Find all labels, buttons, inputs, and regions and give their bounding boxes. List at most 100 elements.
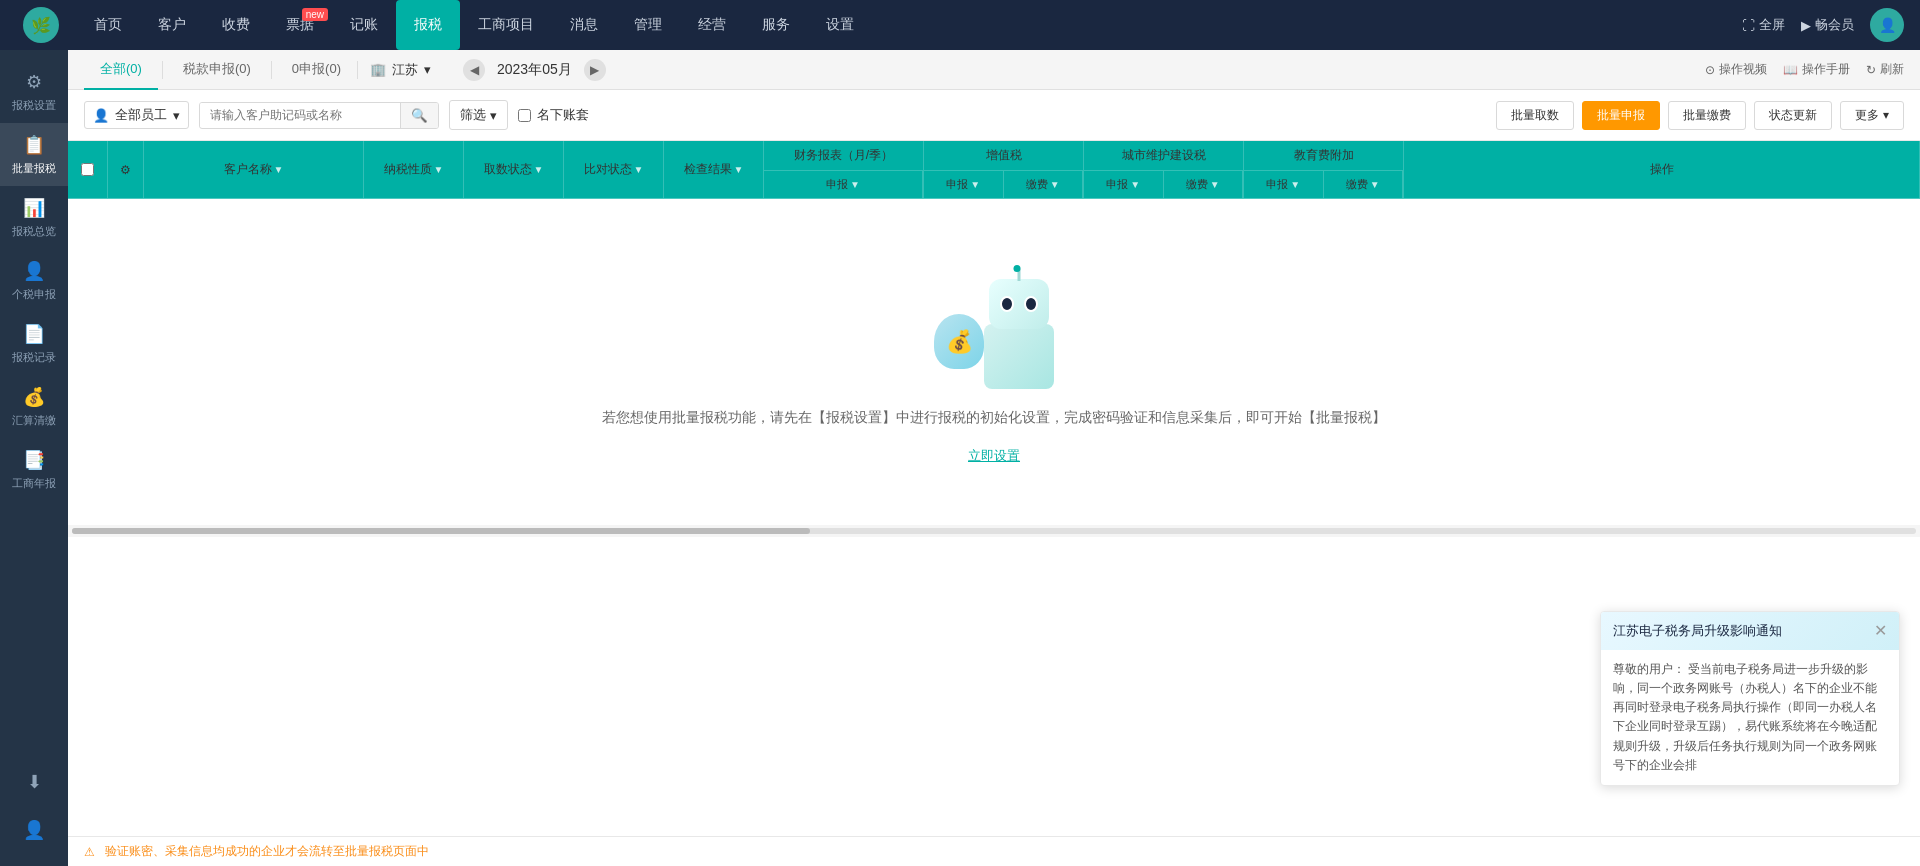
empty-state-text: 若您想使用批量报税功能，请先在【报税设置】中进行报税的初始化设置，完成密码验证和… <box>602 409 1386 427</box>
sidebar-item-tax-summary[interactable]: 📊 报税总览 <box>0 186 68 249</box>
nav-right: ⛶ 全屏 ▶ 畅会员 👤 <box>1742 8 1904 42</box>
employee-selector[interactable]: 👤 全部员工 ▾ <box>84 101 189 129</box>
nav-business[interactable]: 工商项目 <box>460 0 552 50</box>
th-compare-status: 比对状态 ▼ <box>564 141 664 198</box>
nav-service[interactable]: 服务 <box>744 0 808 50</box>
tab-zero-declaration[interactable]: 0申报(0) <box>276 50 357 90</box>
settings-icon[interactable]: ⚙ <box>120 163 131 177</box>
manual-link[interactable]: 📖 操作手册 <box>1783 61 1850 78</box>
sidebar-item-batch-tax[interactable]: 📋 批量报税 <box>0 123 68 186</box>
th-checkbox <box>68 141 108 198</box>
toolbar-right: 批量取数 批量申报 批量缴费 状态更新 更多 ▾ <box>1496 101 1904 130</box>
th-vat: 增值税 申报 ▼ 缴费 ▼ <box>924 141 1084 198</box>
nav-settings[interactable]: 设置 <box>808 0 872 50</box>
th-edu-payment: 缴费 ▼ <box>1324 171 1404 198</box>
name-checkbox[interactable] <box>518 109 531 122</box>
empty-state: 💰 若 <box>68 199 1920 525</box>
tab-tax-declaration[interactable]: 税款申报(0) <box>167 50 267 90</box>
tab-divider-2 <box>271 61 272 79</box>
sidebar-user-button[interactable]: 👤 <box>14 810 54 850</box>
tax-filter-icon[interactable]: ▼ <box>434 164 444 175</box>
top-navigation: 🌿 首页 客户 收费 票据 new 记账 报税 工商项目 消息 管理 经营 服务… <box>0 0 1920 50</box>
user-avatar[interactable]: 👤 <box>1870 8 1904 42</box>
warning-icon: ⚠ <box>84 845 95 859</box>
fetch-filter-icon[interactable]: ▼ <box>534 164 544 175</box>
next-month-button[interactable]: ▶ <box>584 59 606 81</box>
notification-body: 尊敬的用户： 受当前电子税务局进一步升级的影响，同一个政务网账号（办税人）名下的… <box>1601 650 1899 785</box>
th-financial-declaration: 申报 ▼ <box>764 171 923 198</box>
tax-settings-icon: ⚙ <box>22 70 46 94</box>
batch-tax-icon: 📋 <box>22 133 46 157</box>
compare-filter-icon[interactable]: ▼ <box>634 164 644 175</box>
tabs-bar: 全部(0) 税款申报(0) 0申报(0) 🏢 江苏 ▾ ◀ 2023年05月 ▶ <box>68 50 1920 90</box>
filter-button[interactable]: 筛选 ▾ <box>449 100 508 130</box>
sidebar-item-annual-report[interactable]: 📑 工商年报 <box>0 438 68 501</box>
horizontal-scrollbar[interactable] <box>68 525 1920 537</box>
nav-invoice[interactable]: 票据 new <box>268 0 332 50</box>
th-name: 客户名称 ▼ <box>144 141 364 198</box>
nav-message[interactable]: 消息 <box>552 0 616 50</box>
th-tax-nature: 纳税性质 ▼ <box>364 141 464 198</box>
annual-report-icon: 📑 <box>22 448 46 472</box>
th-vat-payment: 缴费 ▼ <box>1004 171 1084 198</box>
nav-operation[interactable]: 经营 <box>680 0 744 50</box>
th-vat-declaration: 申报 ▼ <box>924 171 1004 198</box>
sidebar-item-tax-records[interactable]: 📄 报税记录 <box>0 312 68 375</box>
video-icon: ⊙ <box>1705 63 1715 77</box>
th-settings: ⚙ <box>108 141 144 198</box>
search-input[interactable] <box>200 103 400 127</box>
sidebar-item-settlement[interactable]: 💰 汇算清缴 <box>0 375 68 438</box>
th-financial: 财务报表（月/季） 申报 ▼ <box>764 141 924 198</box>
th-edu-declaration: 申报 ▼ <box>1244 171 1324 198</box>
nav-manage[interactable]: 管理 <box>616 0 680 50</box>
toolbar: 👤 全部员工 ▾ 🔍 筛选 ▾ 名下账套 批量取数 批量申报 批量缴费 状态更新 <box>68 90 1920 141</box>
nav-home[interactable]: 首页 <box>76 0 140 50</box>
sidebar-download-button[interactable]: ⬇ <box>14 762 54 802</box>
robot-body-container <box>974 279 1064 389</box>
sidebar-item-personal-tax[interactable]: 👤 个税申报 <box>0 249 68 312</box>
status-update-button[interactable]: 状态更新 <box>1754 101 1832 130</box>
search-button[interactable]: 🔍 <box>400 103 438 128</box>
sidebar-item-tax-settings[interactable]: ⚙ 报税设置 <box>0 60 68 123</box>
refresh-button[interactable]: ↻ 刷新 <box>1866 61 1904 78</box>
batch-payment-button[interactable]: 批量缴费 <box>1668 101 1746 130</box>
member-button[interactable]: ▶ 畅会员 <box>1801 16 1854 34</box>
nav-fee[interactable]: 收费 <box>204 0 268 50</box>
tabs-bar-right: ⊙ 操作视频 📖 操作手册 ↻ 刷新 <box>1705 61 1904 78</box>
name-checkbox-label[interactable]: 名下账套 <box>518 106 589 124</box>
select-all-checkbox[interactable] <box>81 163 94 176</box>
video-link[interactable]: ⊙ 操作视频 <box>1705 61 1767 78</box>
th-check-result: 检查结果 ▼ <box>664 141 764 198</box>
month-navigation: ◀ 2023年05月 ▶ <box>463 59 606 81</box>
notification-header: 江苏电子税务局升级影响通知 ✕ <box>1601 612 1899 650</box>
table-header-row-1: ⚙ 客户名称 ▼ 纳税性质 ▼ 取数状态 ▼ 比对状态 ▼ <box>68 141 1920 199</box>
notification-close-button[interactable]: ✕ <box>1874 623 1887 639</box>
scroll-thumb <box>72 528 810 534</box>
notification-title: 江苏电子税务局升级影响通知 <box>1613 622 1782 640</box>
check-filter-icon[interactable]: ▼ <box>734 164 744 175</box>
tab-all[interactable]: 全部(0) <box>84 50 158 90</box>
current-month: 2023年05月 <box>497 61 572 79</box>
prev-month-button[interactable]: ◀ <box>463 59 485 81</box>
more-button[interactable]: 更多 ▾ <box>1840 101 1904 130</box>
nav-accounting[interactable]: 记账 <box>332 0 396 50</box>
nav-customer[interactable]: 客户 <box>140 0 204 50</box>
nav-tax[interactable]: 报税 <box>396 0 460 50</box>
search-box: 🔍 <box>199 102 439 129</box>
name-filter-icon[interactable]: ▼ <box>274 164 284 175</box>
logo-icon: 🌿 <box>23 7 59 43</box>
robot-illustration: 💰 <box>914 259 1074 389</box>
th-city-declaration: 申报 ▼ <box>1084 171 1164 198</box>
manual-icon: 📖 <box>1783 63 1798 77</box>
tax-records-icon: 📄 <box>22 322 46 346</box>
batch-fetch-button[interactable]: 批量取数 <box>1496 101 1574 130</box>
logo[interactable]: 🌿 <box>16 0 66 50</box>
fullscreen-button[interactable]: ⛶ 全屏 <box>1742 16 1785 34</box>
th-city-payment: 缴费 ▼ <box>1164 171 1244 198</box>
th-fetch-status: 取数状态 ▼ <box>464 141 564 198</box>
new-badge: new <box>302 8 328 21</box>
batch-declaration-button[interactable]: 批量申报 <box>1582 101 1660 130</box>
refresh-icon: ↻ <box>1866 63 1876 77</box>
region-selector[interactable]: 🏢 江苏 ▾ <box>357 61 443 79</box>
setup-link[interactable]: 立即设置 <box>968 447 1020 465</box>
